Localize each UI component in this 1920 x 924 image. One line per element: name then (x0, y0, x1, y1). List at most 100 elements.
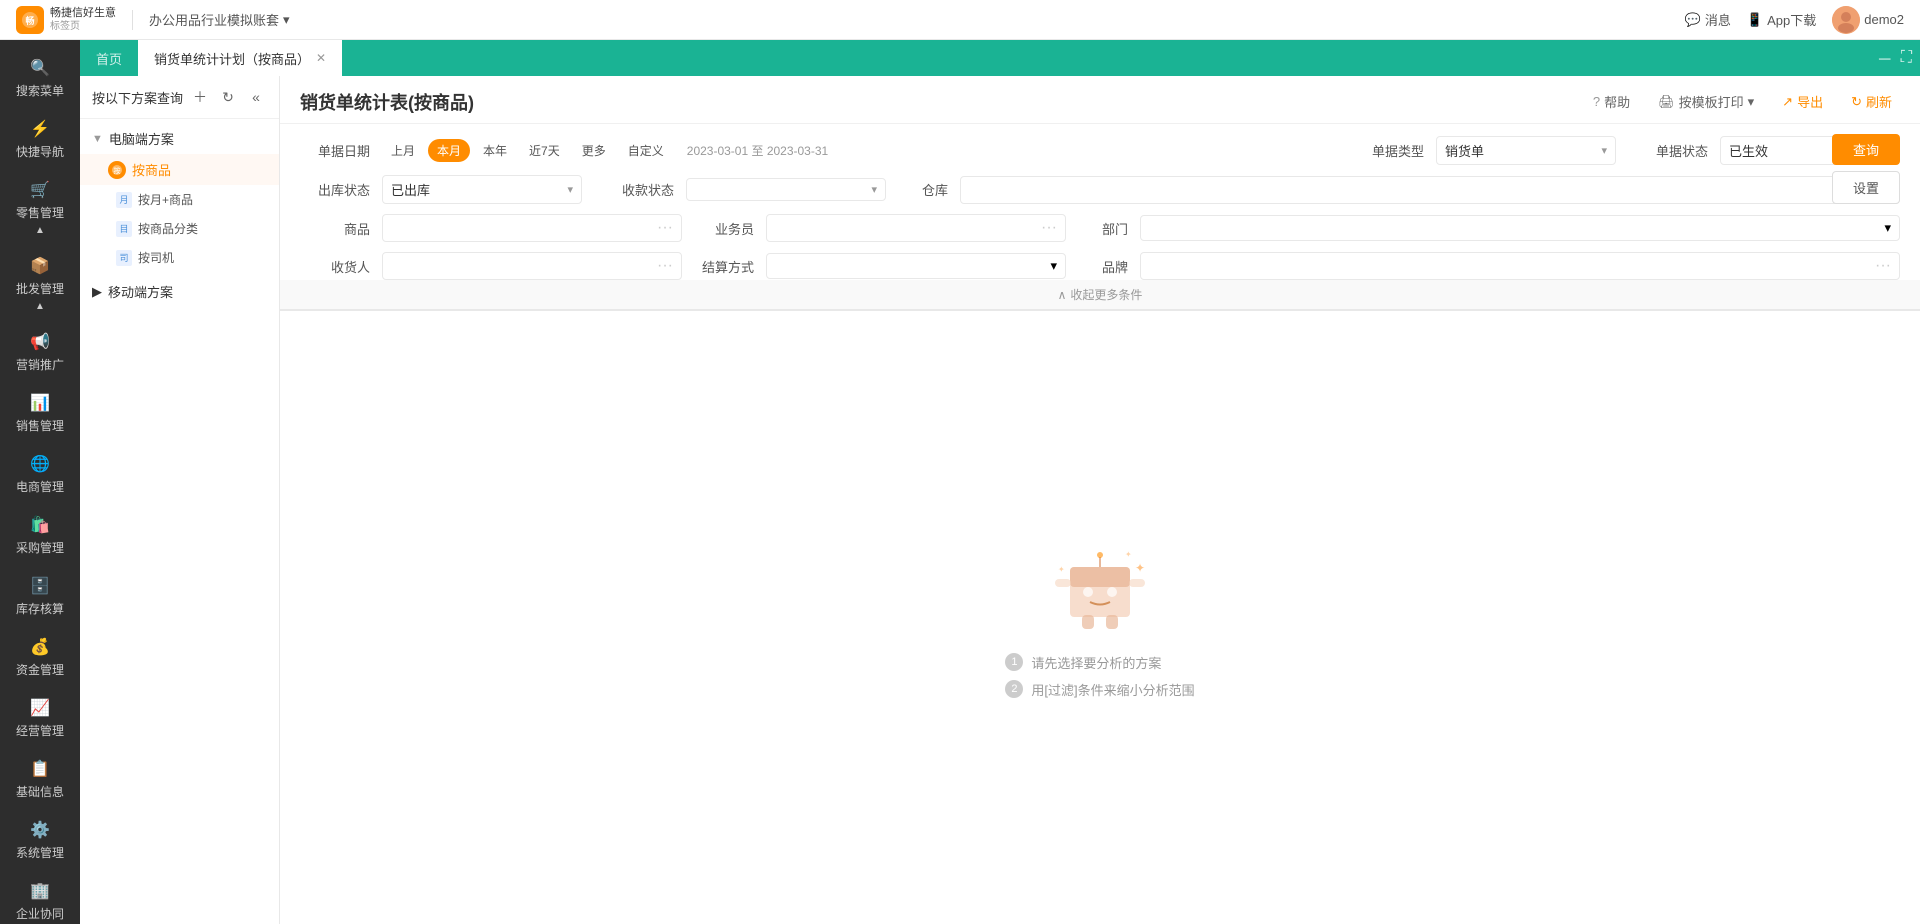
retail-expand-icon: ▲ (35, 225, 45, 236)
add-scheme-btn[interactable]: ＋ (189, 86, 211, 108)
page-title-bar: 销货单统计表(按商品) ? 帮助 🖨 按模板打印 ▾ ↗ (280, 76, 1920, 124)
workspace-selector[interactable]: 办公用品行业模拟账套 ▾ (149, 10, 290, 29)
desktop-group-header[interactable]: ▼ 电脑端方案 (80, 123, 279, 154)
filter-and-action: 单据日期 上月 本月 本年 近7天 更多 自定义 (280, 124, 1920, 311)
doc-status-value: 已生效 (1729, 141, 1768, 160)
globe-icon: 🌐 (30, 454, 50, 474)
sales-stats-tab-label: 销货单统计计划（按商品） (154, 49, 310, 68)
svg-text:✦: ✦ (1125, 550, 1132, 559)
sidebar-item-ecommerce[interactable]: 🌐 电商管理 (0, 444, 80, 505)
sidebar-item-inventory[interactable]: 🗄️ 库存核算 (0, 566, 80, 627)
user-profile[interactable]: demo2 (1832, 6, 1904, 34)
refresh-btn[interactable]: ↻ 刷新 (1843, 88, 1900, 115)
tab-bar: 首页 销货单统计计划（按商品） ✕ － ⛶ (80, 40, 1920, 76)
collapse-label: 收起更多条件 (1070, 286, 1142, 303)
scheme-item-by-month-product[interactable]: 月 按月+商品 (80, 185, 279, 214)
minimize-icon[interactable]: － (1877, 46, 1893, 70)
sidebar-label-quick: 快捷导航 (16, 143, 64, 160)
sidebar-item-operation[interactable]: 📈 经营管理 (0, 688, 80, 749)
salesman-ellipsis-icon[interactable]: ··· (1041, 219, 1057, 237)
doc-type-arrow-icon: ▾ (1601, 144, 1607, 157)
tab-home[interactable]: 首页 (80, 40, 138, 76)
filter-row-3: 商品 ··· 业务员 ··· 部门 (300, 214, 1900, 242)
product-ellipsis-icon[interactable]: ··· (657, 219, 673, 237)
sidebar-item-sales[interactable]: 📊 销售管理 (0, 383, 80, 444)
brand-label: 品牌 (1078, 257, 1128, 276)
sidebar-item-finance[interactable]: 💰 资金管理 (0, 627, 80, 688)
sidebar: 🔍 搜索菜单 ⚡ 快捷导航 🛒 零售管理 ▲ 📦 批发管理 ▲ 📢 营销推广 📊… (0, 40, 80, 924)
sidebar-item-quick[interactable]: ⚡ 快捷导航 (0, 109, 80, 170)
left-panel-header: 按以下方案查询 ＋ ↻ « (80, 76, 279, 119)
sidebar-item-enterprise[interactable]: 🏢 企业协同 (0, 871, 80, 924)
tip-text-1: 请先选择要分析的方案 (1031, 653, 1161, 672)
brand-ellipsis-icon[interactable]: ··· (1875, 257, 1891, 275)
svg-text:✦: ✦ (1135, 561, 1145, 575)
header-right: 💬 消息 📱 App下载 demo2 (1685, 6, 1904, 34)
sidebar-item-search[interactable]: 🔍 搜索菜单 (0, 48, 80, 109)
collapse-bar[interactable]: ∧ 收起更多条件 (280, 280, 1920, 310)
tab-sales-stats[interactable]: 销货单统计计划（按商品） ✕ (138, 40, 342, 76)
refresh-label: 刷新 (1866, 92, 1892, 111)
sidebar-item-marketing[interactable]: 📢 营销推广 (0, 322, 80, 383)
desktop-scheme-group: ▼ 电脑端方案 按 按商品 月 按月+商品 目 (80, 119, 279, 276)
receiver-ellipsis-icon[interactable]: ··· (657, 257, 673, 275)
export-btn[interactable]: ↗ 导出 (1774, 88, 1831, 115)
doc-status-label: 单据状态 (1628, 141, 1708, 160)
page-body: 按以下方案查询 ＋ ↻ « ▼ 电脑端方案 按 (80, 76, 1920, 924)
home-tab-label: 首页 (96, 49, 122, 68)
sidebar-item-system[interactable]: ⚙️ 系统管理 (0, 810, 80, 871)
filter-container: 单据日期 上月 本月 本年 近7天 更多 自定义 (280, 124, 1920, 280)
print-icon: 🖨 (1658, 94, 1675, 110)
last7days-btn[interactable]: 近7天 (520, 139, 569, 162)
database-icon: 🗄️ (30, 576, 50, 596)
department-input[interactable]: ▾ (1140, 215, 1900, 241)
mobile-group-header[interactable]: ▶ 移动端方案 (80, 276, 279, 307)
sidebar-item-base[interactable]: 📋 基础信息 (0, 749, 80, 810)
salesman-input[interactable]: ··· (766, 214, 1066, 242)
wholesale-expand-icon: ▲ (35, 301, 45, 312)
custom-btn[interactable]: 自定义 (619, 139, 673, 162)
doc-type-select[interactable]: 销货单 ▾ (1436, 136, 1616, 165)
sidebar-item-retail[interactable]: 🛒 零售管理 ▲ (0, 170, 80, 246)
sidebar-item-wholesale[interactable]: 📦 批发管理 ▲ (0, 246, 80, 322)
template-print-btn[interactable]: 🖨 按模板打印 ▾ (1650, 88, 1762, 115)
sidebar-item-purchase[interactable]: 🛍️ 采购管理 (0, 505, 80, 566)
receiver-input[interactable]: ··· (382, 252, 682, 280)
avatar (1832, 6, 1860, 34)
month-icon: 月 (116, 192, 132, 208)
settings-btn[interactable]: 设置 (1832, 171, 1900, 204)
app-download-label: App下载 (1767, 10, 1816, 29)
scheme-item-by-product[interactable]: 按 按商品 (80, 154, 279, 185)
tab-close-icon[interactable]: ✕ (316, 51, 326, 65)
app-download-btn[interactable]: 📱 App下载 (1747, 10, 1816, 29)
out-status-select[interactable]: 已出库 ▾ (382, 175, 582, 204)
receipt-status-select[interactable]: ▾ (686, 178, 886, 201)
mobile-arrow-icon: ▶ (92, 284, 102, 300)
more-btn[interactable]: 更多 (573, 139, 615, 162)
doc-type-value: 销货单 (1445, 141, 1484, 160)
brand-input[interactable]: ··· (1140, 252, 1900, 280)
settlement-select[interactable]: ▾ (766, 253, 1066, 279)
lightning-icon: ⚡ (30, 119, 50, 139)
out-status-value: 已出库 (391, 180, 430, 199)
scheme-label-by-product: 按商品 (132, 160, 171, 179)
scheme-item-by-category[interactable]: 目 按商品分类 (80, 214, 279, 243)
last-month-btn[interactable]: 上月 (382, 139, 424, 162)
warehouse-input[interactable]: ··· (960, 176, 1900, 204)
desktop-arrow-icon: ▼ (92, 133, 103, 145)
sidebar-label-retail: 零售管理 (16, 204, 64, 221)
collapse-panel-btn[interactable]: « (245, 86, 267, 108)
building-icon: 🏢 (30, 881, 50, 901)
messages-btn[interactable]: 💬 消息 (1685, 10, 1731, 29)
help-btn[interactable]: ? 帮助 (1585, 88, 1638, 115)
scheme-item-by-cashier[interactable]: 司 按司机 (80, 243, 279, 272)
salesman-label: 业务员 (694, 219, 754, 238)
query-btn[interactable]: 查询 (1832, 134, 1900, 165)
maximize-icon[interactable]: ⛶ (1901, 49, 1912, 67)
tab-bar-actions: － ⛶ (1877, 46, 1920, 70)
current-month-btn[interactable]: 本月 (428, 139, 470, 162)
refresh-scheme-btn[interactable]: ↻ (217, 86, 239, 108)
sidebar-label-finance: 资金管理 (16, 661, 64, 678)
product-input[interactable]: ··· (382, 214, 682, 242)
current-year-btn[interactable]: 本年 (474, 139, 516, 162)
